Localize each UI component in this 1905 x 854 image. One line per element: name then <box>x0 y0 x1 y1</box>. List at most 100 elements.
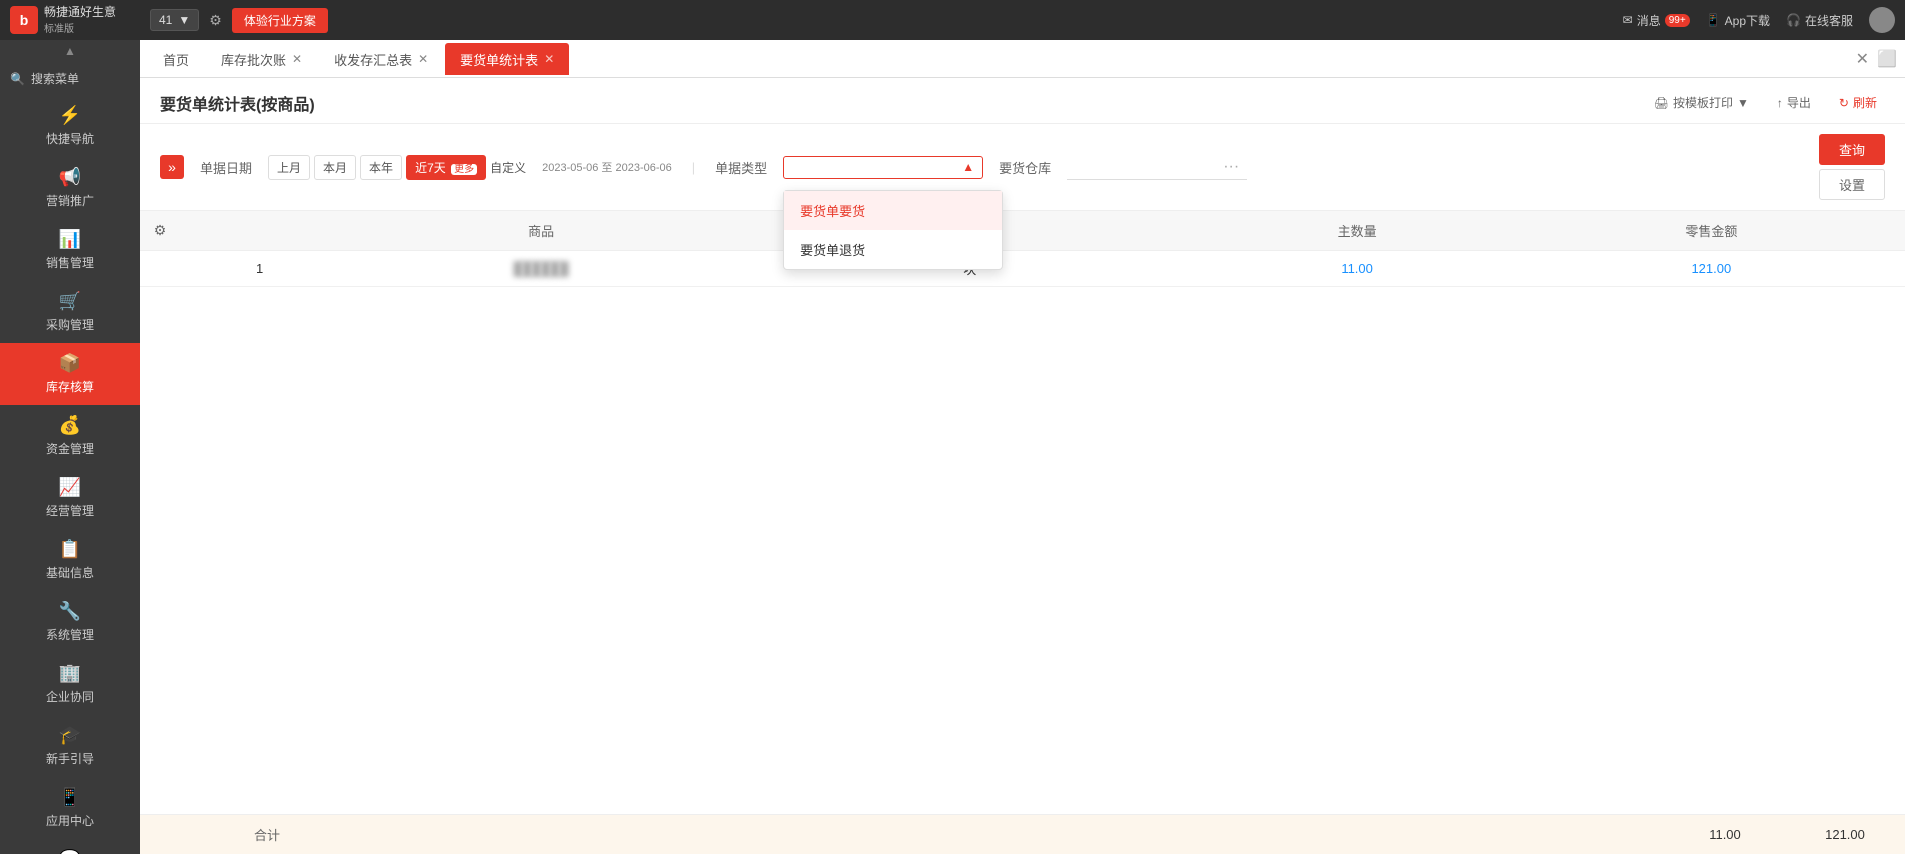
tab-receive-summary[interactable]: 收发存汇总表 ✕ <box>319 43 443 75</box>
sidebar-item-basic-info[interactable]: 📋 基础信息 <box>0 529 140 591</box>
export-button[interactable]: ↑ 导出 <box>1769 90 1819 115</box>
user-avatar[interactable] <box>1869 7 1895 33</box>
warehouse-select-wrapper[interactable]: ··· <box>1067 155 1247 180</box>
app-download-icon: 📱 <box>1706 13 1721 27</box>
message-badge: 99+ <box>1665 14 1690 27</box>
header-right-actions: ✉ 消息 99+ 📱 App下载 🎧 在线客服 <box>1623 7 1895 33</box>
logo-area: b 畅捷通好生意 标准版 <box>10 5 150 34</box>
date-filter-label: 单据日期 <box>200 158 252 177</box>
data-table: ⚙ 商品 主计量单位 主数量 零售金额 1 <box>140 211 1905 287</box>
type-select-container: ▲ 要货单要货 要货单退货 <box>783 156 983 179</box>
sidebar: ▲ 🔍 搜索菜单 ⚡ 快捷导航 📢 营销推广 📊 销售管理 🛒 采购管理 📦 库… <box>0 40 140 854</box>
sidebar-scroll-up[interactable]: ▲ <box>0 40 140 62</box>
filter-expand-button[interactable]: » <box>160 155 184 179</box>
dropdown-item-order-purchase[interactable]: 要货单要货 <box>784 191 1002 230</box>
sidebar-item-wechat[interactable]: 💬 企业微信 <box>0 839 140 854</box>
sidebar-item-label: 库存核算 <box>46 378 94 395</box>
query-button[interactable]: 查询 <box>1819 134 1885 165</box>
sidebar-item-guide[interactable]: 🎓 新手引导 <box>0 715 140 777</box>
col-seq <box>180 211 339 251</box>
trial-button[interactable]: 体验行业方案 <box>232 8 328 33</box>
sidebar-item-sales[interactable]: 📊 销售管理 <box>0 219 140 281</box>
date-btn-last-month[interactable]: 上月 <box>268 155 310 180</box>
sidebar-item-purchase[interactable]: 🛒 采购管理 <box>0 281 140 343</box>
print-dropdown-icon: ▼ <box>1737 96 1749 110</box>
settings-button[interactable]: 设置 <box>1819 169 1885 200</box>
refresh-button[interactable]: ↻ 刷新 <box>1831 90 1885 115</box>
app-download-action[interactable]: 📱 App下载 <box>1706 12 1770 29</box>
print-template-button[interactable]: 🖨 按模板打印 ▼ <box>1646 90 1757 115</box>
tab-close-all-icon[interactable]: ✕ <box>1856 49 1869 69</box>
sidebar-item-operation[interactable]: 📈 经营管理 <box>0 467 140 529</box>
sidebar-item-label: 应用中心 <box>46 812 94 829</box>
sidebar-item-system[interactable]: 🔧 系统管理 <box>0 591 140 653</box>
tab-receive-summary-label: 收发存汇总表 <box>334 50 412 69</box>
date-btn-custom[interactable]: 自定义 <box>490 159 526 176</box>
online-service-label: 在线客服 <box>1805 12 1853 29</box>
print-icon: 🖨 <box>1654 96 1669 110</box>
row-seq: 1 <box>180 251 339 287</box>
more-badge: 更多 <box>451 164 477 175</box>
sidebar-item-enterprise[interactable]: 🏢 企业协同 <box>0 653 140 715</box>
sidebar-item-quick-nav[interactable]: ⚡ 快捷导航 <box>0 95 140 157</box>
tab-inventory-batch[interactable]: 库存批次账 ✕ <box>206 43 317 75</box>
tabs-right: ✕ ⬜ <box>1856 49 1897 69</box>
store-selector[interactable]: 41 ▼ <box>150 9 199 31</box>
sidebar-item-label: 资金管理 <box>46 440 94 457</box>
filter-action-buttons: 查询 设置 <box>1819 134 1885 200</box>
settings-icon[interactable]: ⚙ <box>209 12 222 29</box>
online-service-action[interactable]: 🎧 在线客服 <box>1786 12 1853 29</box>
warehouse-more-icon[interactable]: ··· <box>1223 158 1239 176</box>
system-icon: 🔧 <box>59 601 81 622</box>
tab-order-stats[interactable]: 要货单统计表 ✕ <box>445 43 569 75</box>
date-btn-this-year[interactable]: 本年 <box>360 155 402 180</box>
tab-order-stats-label: 要货单统计表 <box>460 50 538 69</box>
content-area: 首页 库存批次账 ✕ 收发存汇总表 ✕ 要货单统计表 ✕ ✕ ⬜ 要 <box>140 40 1905 854</box>
page-title: 要货单统计表(按商品) <box>160 91 315 115</box>
main-layout: ▲ 🔍 搜索菜单 ⚡ 快捷导航 📢 营销推广 📊 销售管理 🛒 采购管理 📦 库… <box>0 40 1905 854</box>
print-label: 按模板打印 <box>1673 94 1733 111</box>
sidebar-item-finance[interactable]: 💰 资金管理 <box>0 405 140 467</box>
date-btn-7days[interactable]: 近7天 更多 <box>406 155 486 180</box>
tab-restore-icon[interactable]: ⬜ <box>1877 49 1897 69</box>
dropdown-item-order-return[interactable]: 要货单退货 <box>784 230 1002 269</box>
warehouse-filter-label: 要货仓库 <box>999 158 1051 177</box>
sidebar-item-label: 经营管理 <box>46 502 94 519</box>
date-btn-this-month[interactable]: 本月 <box>314 155 356 180</box>
type-select-caret[interactable]: ▲ <box>962 160 974 174</box>
tab-home[interactable]: 首页 <box>148 43 204 75</box>
tab-close-receive-summary[interactable]: ✕ <box>418 52 428 66</box>
sidebar-item-search[interactable]: 🔍 搜索菜单 <box>0 62 140 95</box>
app-logo-icon: b <box>10 6 38 34</box>
sidebar-item-label: 采购管理 <box>46 316 94 333</box>
type-filter-label: 单据类型 <box>715 158 767 177</box>
warehouse-select-input[interactable] <box>1075 159 1219 174</box>
sidebar-item-marketing[interactable]: 📢 营销推广 <box>0 157 140 219</box>
sidebar-item-label: 销售管理 <box>46 254 94 271</box>
type-select-input[interactable] <box>792 160 958 175</box>
sidebar-item-label: 系统管理 <box>46 626 94 643</box>
inventory-icon: 📦 <box>59 353 81 374</box>
filter-divider-1: | <box>692 160 695 175</box>
tab-close-inventory-batch[interactable]: ✕ <box>292 52 302 66</box>
store-name: 41 <box>159 13 172 27</box>
product-blurred-text: ██████ <box>513 261 568 276</box>
version-label: 标准版 <box>44 20 116 35</box>
guide-icon: 🎓 <box>59 725 81 746</box>
row-amount: 121.00 <box>1518 251 1905 287</box>
search-icon: 🔍 <box>10 72 25 86</box>
operation-icon: 📈 <box>59 477 81 498</box>
table-settings-icon[interactable]: ⚙ <box>154 222 167 238</box>
enterprise-icon: 🏢 <box>59 663 81 684</box>
sidebar-item-app-center[interactable]: 📱 应用中心 <box>0 777 140 839</box>
col-product: 商品 <box>339 211 743 251</box>
message-action[interactable]: ✉ 消息 99+ <box>1623 12 1690 29</box>
tabs-bar: 首页 库存批次账 ✕ 收发存汇总表 ✕ 要货单统计表 ✕ ✕ ⬜ <box>140 40 1905 78</box>
sidebar-item-inventory[interactable]: 📦 库存核算 <box>0 343 140 405</box>
tab-close-order-stats[interactable]: ✕ <box>544 52 554 66</box>
marketing-icon: 📢 <box>59 167 81 188</box>
col-quantity: 主数量 <box>1197 211 1518 251</box>
app-download-label: App下载 <box>1725 12 1770 29</box>
refresh-icon: ↻ <box>1839 96 1849 110</box>
type-select-wrapper[interactable]: ▲ <box>783 156 983 179</box>
